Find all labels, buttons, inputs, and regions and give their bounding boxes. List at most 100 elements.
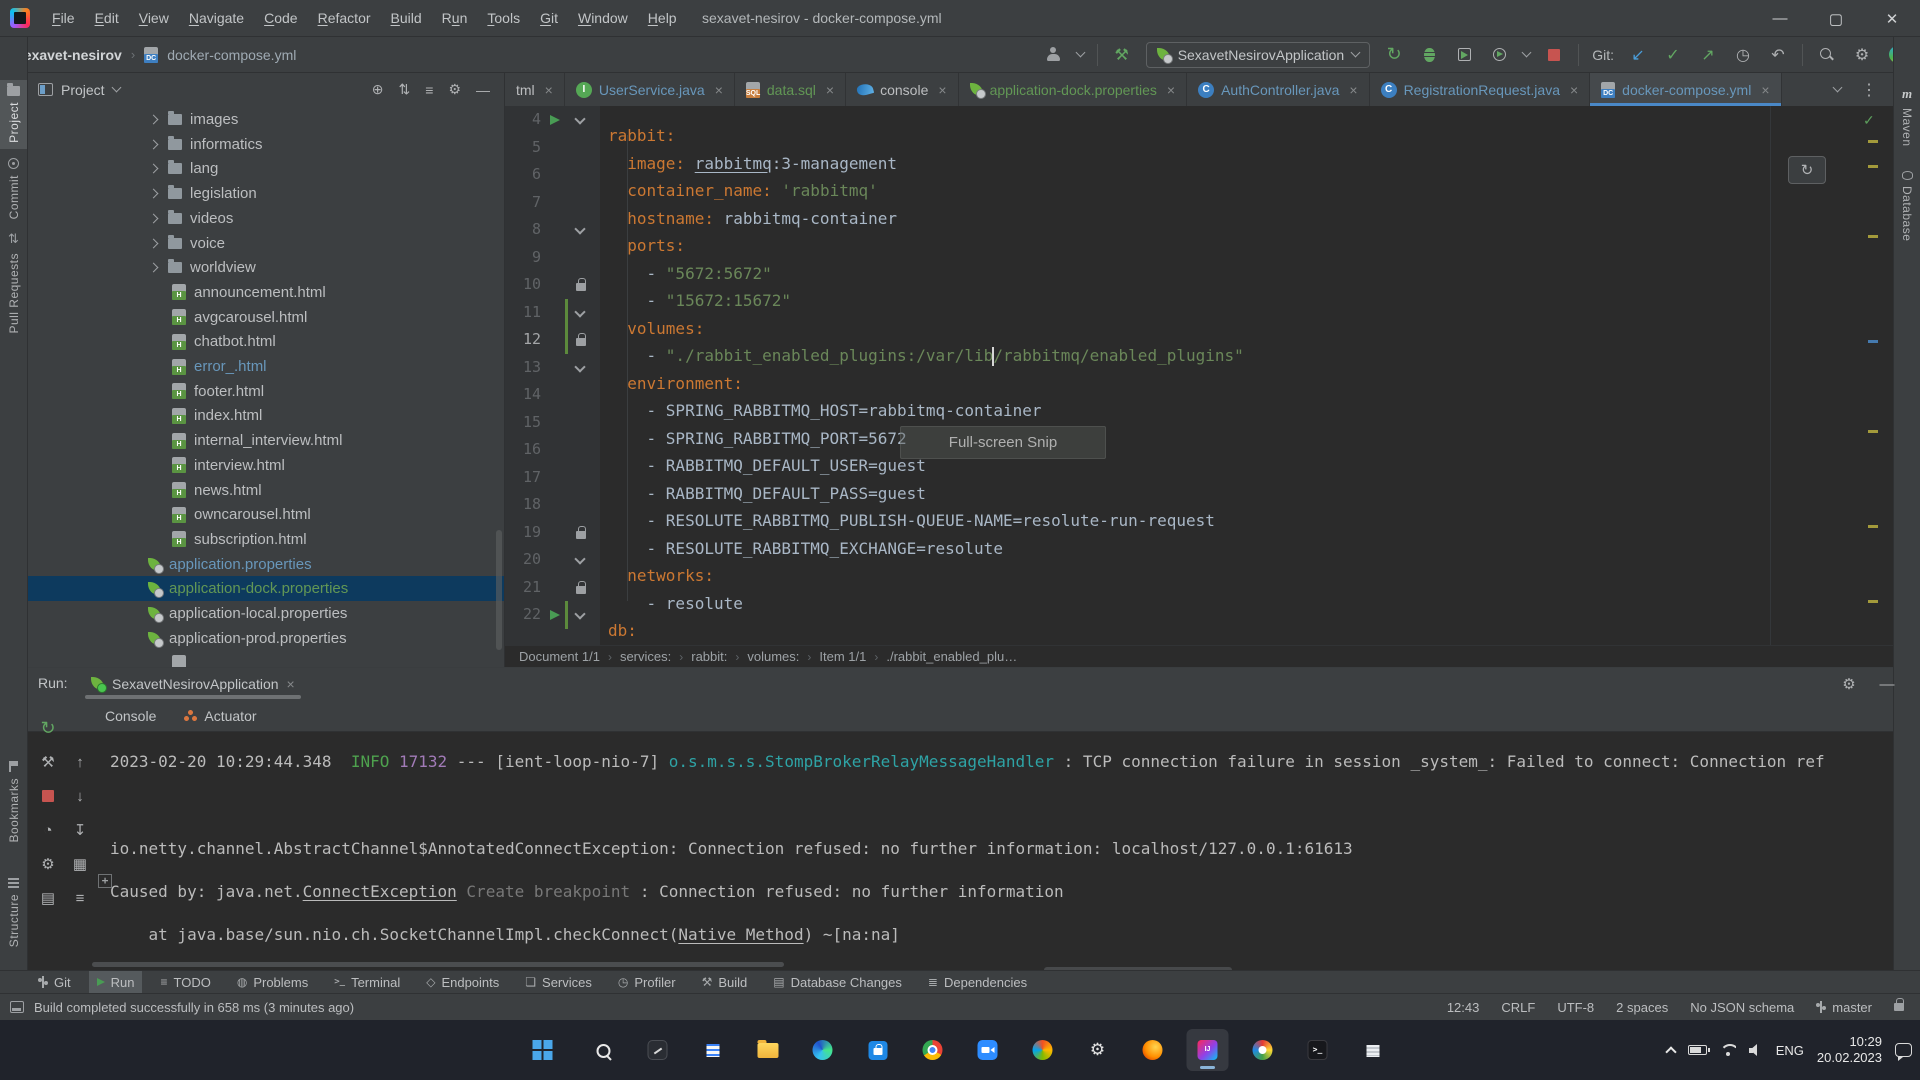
- editor-line-7[interactable]: 7 hostname: rabbitmq-container: [505, 189, 1893, 217]
- taskbar-chrome[interactable]: [912, 1029, 954, 1071]
- editor-line-5[interactable]: 5 image: rabbitmq:3-management: [505, 134, 1893, 162]
- project-panel-title[interactable]: Project: [61, 82, 105, 98]
- tab-RegistrationRequest.java[interactable]: CRegistrationRequest.java×: [1370, 73, 1591, 106]
- menu-build[interactable]: Build: [381, 10, 432, 26]
- toolwindow-button-services[interactable]: ❏Services: [517, 971, 600, 994]
- tree-item-error_.html[interactable]: Herror_.html: [28, 354, 504, 379]
- user-icon[interactable]: [1042, 44, 1064, 66]
- taskbar-file-explorer[interactable]: [747, 1029, 789, 1071]
- tree-item-subscription.html[interactable]: Hsubscription.html: [28, 527, 504, 552]
- tab-console[interactable]: console×: [846, 73, 958, 106]
- tree-item-lang[interactable]: lang: [28, 156, 504, 181]
- fold-chevron-icon[interactable]: [574, 306, 585, 317]
- run-tab-close-icon[interactable]: ×: [287, 676, 295, 692]
- editor-breadcrumb-item[interactable]: rabbit:: [691, 649, 727, 664]
- console-output[interactable]: 2023-02-20 10:29:44.348 INFO 17132 --- […: [28, 732, 1893, 970]
- menu-edit[interactable]: Edit: [85, 10, 129, 26]
- tree-item-partial[interactable]: [28, 650, 504, 667]
- tab-close-icon[interactable]: ×: [545, 82, 553, 98]
- git-rollback-button[interactable]: ↶: [1767, 44, 1789, 66]
- toolwindow-button-problems[interactable]: ◍Problems: [229, 971, 316, 994]
- tool-windows-icon[interactable]: [10, 1001, 24, 1013]
- git-branch-widget[interactable]: master: [1816, 1000, 1872, 1015]
- editor-line-14[interactable]: 14 - SPRING_RABBITMQ_HOST=rabbitmq-conta…: [505, 381, 1893, 409]
- taskbar-zoom[interactable]: [967, 1029, 1009, 1071]
- console-subtab[interactable]: Console: [105, 708, 156, 724]
- indent-setting[interactable]: 2 spaces: [1616, 1000, 1668, 1015]
- tab-close-icon[interactable]: ×: [938, 82, 946, 98]
- project-view-chevron-icon[interactable]: [111, 83, 121, 93]
- editor-breadcrumb-item[interactable]: services:: [620, 649, 671, 664]
- editor-line-6[interactable]: 6 container_name: 'rabbitmq': [505, 161, 1893, 189]
- tab-close-icon[interactable]: ×: [715, 82, 723, 98]
- tree-item-announcement.html[interactable]: Hannouncement.html: [28, 280, 504, 305]
- collapse-all-icon[interactable]: ≡: [425, 82, 433, 98]
- stripe-item-bookmarks[interactable]: Bookmarks: [0, 755, 27, 849]
- toolwindow-button-endpoints[interactable]: ◇Endpoints: [418, 971, 507, 994]
- tree-item-application.properties[interactable]: application.properties: [28, 552, 504, 577]
- editor-breadcrumb-item[interactable]: volumes:: [747, 649, 799, 664]
- fold-lock-icon[interactable]: [576, 531, 586, 539]
- stripe-item-database[interactable]: Database: [1894, 165, 1920, 247]
- profiler-button[interactable]: [1488, 44, 1510, 66]
- editor-line-22[interactable]: 22db:: [505, 601, 1893, 629]
- editor-line-16[interactable]: 16 - RABBITMQ_DEFAULT_USER=guest: [505, 436, 1893, 464]
- hide-panel-icon[interactable]: —: [476, 82, 490, 98]
- stripe-item-maven[interactable]: mMaven: [1894, 80, 1920, 153]
- editor-line-12[interactable]: 12 - "./rabbit_enabled_plugins:/var/lib/…: [505, 326, 1893, 354]
- tree-item-worldview[interactable]: worldview: [28, 255, 504, 280]
- menu-navigate[interactable]: Navigate: [179, 10, 254, 26]
- taskbar-intellij-idea[interactable]: IJ: [1187, 1029, 1229, 1071]
- stripe-item-project[interactable]: Project: [0, 80, 27, 149]
- status-message[interactable]: Build completed successfully in 658 ms (…: [34, 1000, 354, 1015]
- tree-item-application-prod.properties[interactable]: application-prod.properties: [28, 626, 504, 651]
- tab-docker-compose.yml[interactable]: DCdocker-compose.yml×: [1590, 73, 1781, 106]
- editor-line-20[interactable]: 20 networks:: [505, 546, 1893, 574]
- network-icon[interactable]: [1720, 1044, 1736, 1056]
- tree-item-voice[interactable]: voice: [28, 231, 504, 256]
- tree-item-application-local.properties[interactable]: application-local.properties: [28, 601, 504, 626]
- git-commit-button[interactable]: ✓: [1662, 44, 1684, 66]
- editor-line-9[interactable]: 9 - "5672:5672": [505, 244, 1893, 272]
- fold-chevron-icon[interactable]: [574, 553, 585, 564]
- menu-refactor[interactable]: Refactor: [308, 10, 381, 26]
- tree-item-chatbot.html[interactable]: Hchatbot.html: [28, 329, 504, 354]
- editor-area[interactable]: 4rabbit:5 image: rabbitmq:3-management6 …: [505, 106, 1893, 645]
- panel-settings-icon[interactable]: ⚙: [448, 81, 461, 98]
- editor-line-11[interactable]: 11 volumes:: [505, 299, 1893, 327]
- git-history-button[interactable]: ◷: [1732, 44, 1754, 66]
- menu-code[interactable]: Code: [254, 10, 307, 26]
- coverage-button[interactable]: [1453, 44, 1475, 66]
- toolwindow-button-build[interactable]: ⚒Build: [694, 971, 756, 994]
- taskbar-microsoft-store[interactable]: [857, 1029, 899, 1071]
- editor-line-4[interactable]: 4rabbit:: [505, 106, 1893, 134]
- taskbar-documents-app[interactable]: [692, 1029, 734, 1071]
- tree-item-footer.html[interactable]: Hfooter.html: [28, 379, 504, 404]
- editor-line-10[interactable]: 10 - "15672:15672": [505, 271, 1893, 299]
- caret-position[interactable]: 12:43: [1447, 1000, 1480, 1015]
- fold-lock-icon[interactable]: [576, 586, 586, 594]
- actuator-subtab[interactable]: Actuator: [184, 708, 256, 724]
- tab-close-icon[interactable]: ×: [1167, 82, 1175, 98]
- project-tree-scrollbar[interactable]: [496, 530, 502, 650]
- tab-close-icon[interactable]: ×: [1761, 82, 1769, 98]
- taskbar-terminal[interactable]: >_: [1297, 1029, 1339, 1071]
- run-button[interactable]: ↻: [1383, 44, 1405, 66]
- language-indicator[interactable]: ENG: [1776, 1043, 1804, 1058]
- console-link[interactable]: Native Method: [678, 925, 803, 944]
- taskbar-search[interactable]: [582, 1029, 624, 1071]
- stripe-item-pull-requests[interactable]: ⇅Pull Requests: [0, 225, 27, 340]
- taskbar-edge[interactable]: [802, 1029, 844, 1071]
- menu-run[interactable]: Run: [432, 10, 478, 26]
- tree-item-images[interactable]: images: [28, 107, 504, 132]
- editor-line-19[interactable]: 19 - RESOLUTE_RABBITMQ_EXCHANGE=resolute: [505, 519, 1893, 547]
- tabs-menu-icon[interactable]: ⋮: [1861, 80, 1877, 100]
- search-everywhere-button[interactable]: [1816, 44, 1838, 66]
- tab-application-dock.properties[interactable]: application-dock.properties×: [959, 73, 1188, 106]
- folder-chevron-icon[interactable]: [149, 139, 159, 149]
- taskbar-firefox[interactable]: [1132, 1029, 1174, 1071]
- menu-git[interactable]: Git: [530, 10, 568, 26]
- fold-chevron-icon[interactable]: [574, 608, 585, 619]
- toolwindow-button-git[interactable]: Git: [30, 971, 79, 994]
- editor-breadcrumb-item[interactable]: Document 1/1: [519, 649, 600, 664]
